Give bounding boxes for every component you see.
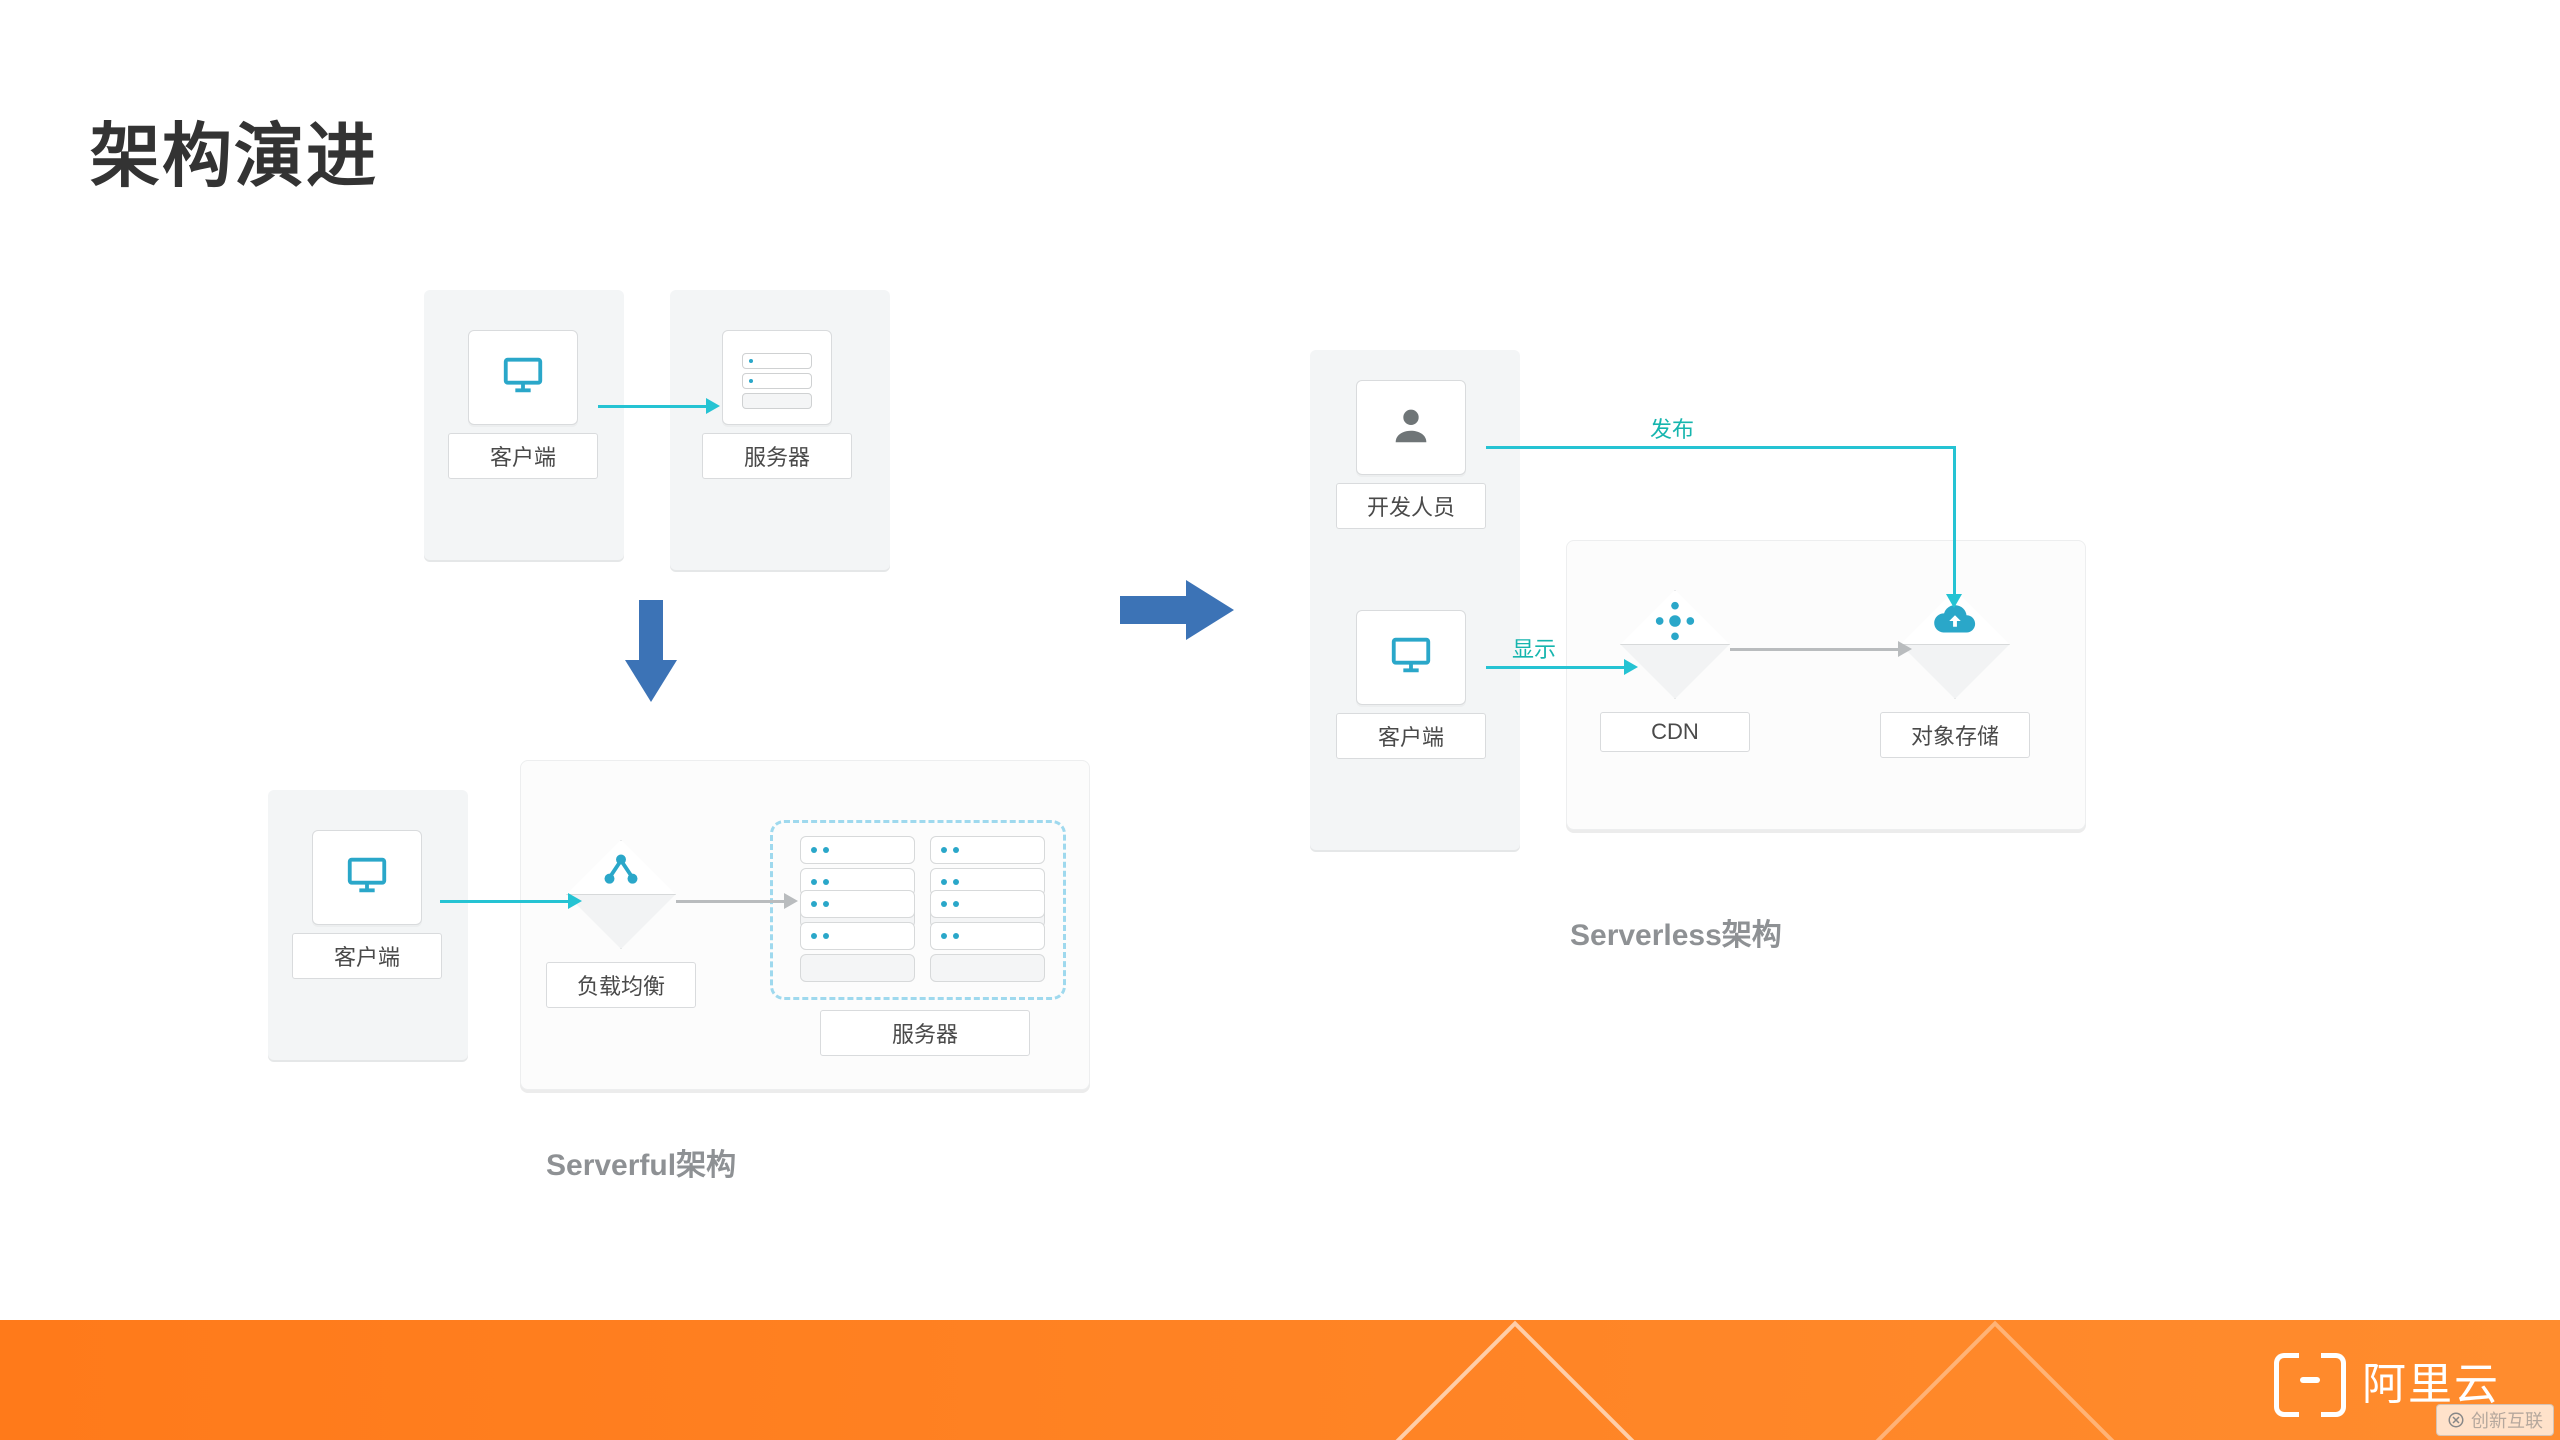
caption-serverless: Serverless架构 <box>1570 910 1782 954</box>
arrowhead-client-lb <box>568 893 582 909</box>
label-cdn: CDN <box>1600 712 1750 752</box>
arrowhead-client-cdn <box>1624 659 1638 675</box>
arrowhead-1 <box>706 398 720 414</box>
cdn-icon <box>1652 598 1698 649</box>
label-client-2: 客户端 <box>292 933 442 979</box>
edge-dev-v <box>1953 446 1956 596</box>
edge-client-cdn <box>1486 666 1626 669</box>
footer-rhombus-2 <box>1861 1321 2130 1440</box>
node-dev: 开发人员 <box>1336 380 1486 529</box>
watermark-text: 创新互联 <box>2471 1407 2543 1433</box>
brand-bracket-icon <box>2274 1353 2346 1407</box>
arrowhead-cdn-storage <box>1898 641 1912 657</box>
brand-logo: 阿里云 <box>2274 1348 2500 1412</box>
edge-cdn-storage <box>1730 648 1900 651</box>
node-client-3: 客户端 <box>1336 610 1486 759</box>
footer-rhombus-1 <box>1381 1321 1650 1440</box>
server-stack-c <box>800 890 915 986</box>
node-client-2: 客户端 <box>292 830 442 979</box>
label-dev: 开发人员 <box>1336 483 1486 529</box>
node-lb <box>566 840 676 950</box>
edge-dev-h <box>1486 446 1956 449</box>
monitor-icon <box>1388 632 1434 683</box>
node-cdn <box>1620 590 1730 700</box>
label-client-3: 客户端 <box>1336 713 1486 759</box>
page-title: 架构演进 <box>90 100 378 201</box>
label-client-1: 客户端 <box>448 433 598 479</box>
node-server-1: 服务器 <box>702 330 852 479</box>
arrowhead-lb-servers <box>784 893 798 909</box>
watermark: 创新互联 <box>2436 1404 2554 1436</box>
label-servers: 服务器 <box>820 1010 1030 1056</box>
edge-client-server-1 <box>598 405 708 408</box>
label-storage: 对象存储 <box>1880 712 2030 758</box>
edge-lb-servers <box>676 900 786 903</box>
monitor-icon <box>500 352 546 403</box>
brand-text: 阿里云 <box>2362 1348 2500 1412</box>
user-icon <box>1388 402 1434 453</box>
label-server-1: 服务器 <box>702 433 852 479</box>
loadbalancer-icon <box>598 848 644 899</box>
monitor-icon <box>344 852 390 903</box>
transition-arrow-down <box>625 600 677 710</box>
slide: 架构演进 客户端 服务器 客户端 <box>0 0 2560 1440</box>
edge-label-publish: 发布 <box>1650 412 1694 444</box>
edge-label-display: 显示 <box>1512 632 1556 664</box>
transition-arrow-right <box>1120 580 1240 640</box>
edge-client-lb <box>440 900 570 903</box>
caption-serverful: Serverful架构 <box>546 1140 736 1184</box>
arrowhead-dev-storage <box>1946 594 1962 608</box>
node-client-1: 客户端 <box>448 330 598 479</box>
label-lb: 负载均衡 <box>546 962 696 1008</box>
footer: 阿里云 <box>0 1320 2560 1440</box>
server-stack-d <box>930 890 1045 986</box>
